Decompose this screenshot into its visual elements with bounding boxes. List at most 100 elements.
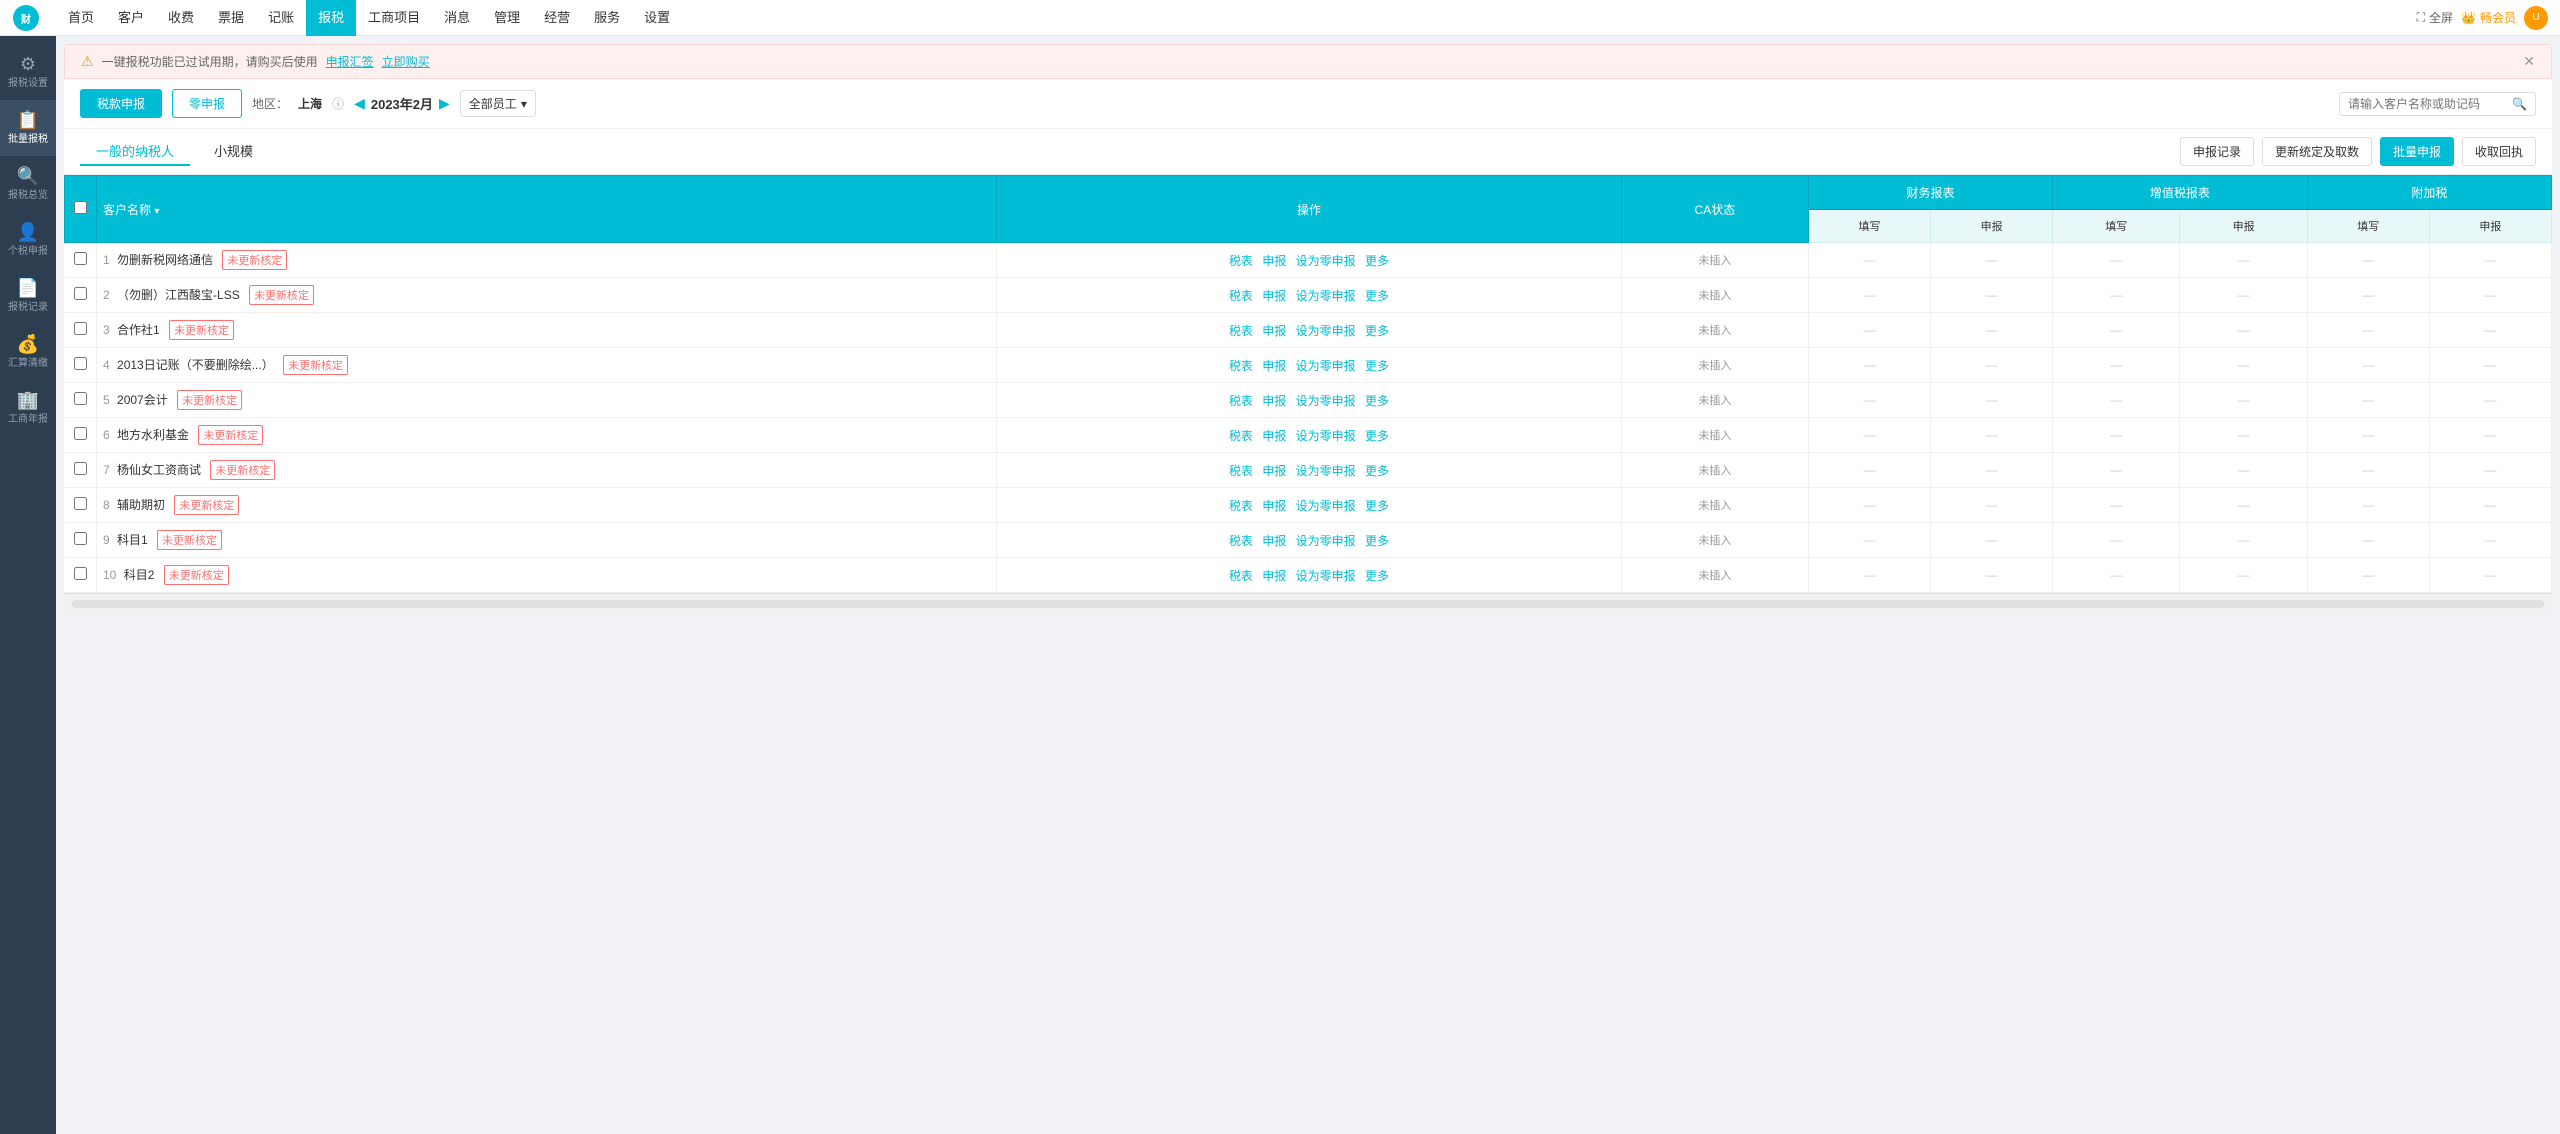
- tab-small-scale[interactable]: 小规模: [198, 137, 269, 166]
- op-btn-4-1[interactable]: 申报: [1262, 394, 1286, 408]
- search-icon[interactable]: 🔍: [2512, 97, 2527, 111]
- tax-declaration-tab[interactable]: 税款申报: [80, 89, 162, 118]
- next-date-button[interactable]: ▶: [439, 95, 450, 112]
- add-report-header: 申报: [2429, 210, 2551, 243]
- op-btn-8-3[interactable]: 更多: [1365, 534, 1389, 548]
- op-btn-2-1[interactable]: 申报: [1262, 324, 1286, 338]
- op-btn-9-3[interactable]: 更多: [1365, 569, 1389, 583]
- sidebar-item-tax-settings[interactable]: ⚙ 报税设置: [0, 44, 56, 100]
- op-btn-0-3[interactable]: 更多: [1365, 254, 1389, 268]
- avatar[interactable]: U: [2524, 6, 2548, 30]
- op-btn-6-1[interactable]: 申报: [1262, 464, 1286, 478]
- sidebar-item-tax-overview[interactable]: 🔍 报税总览: [0, 156, 56, 212]
- op-btn-8-1[interactable]: 申报: [1262, 534, 1286, 548]
- search-input[interactable]: [2348, 97, 2508, 111]
- nav-item-operation[interactable]: 经营: [532, 0, 582, 36]
- vat-fill-cell-5: —: [2053, 418, 2180, 453]
- op-btn-0-2[interactable]: 设为零申报: [1296, 254, 1356, 268]
- op-btn-7-3[interactable]: 更多: [1365, 499, 1389, 513]
- nav-item-billing[interactable]: 收费: [156, 0, 206, 36]
- op-btn-4-3[interactable]: 更多: [1365, 394, 1389, 408]
- op-btn-1-0[interactable]: 税表: [1229, 289, 1253, 303]
- vip-button[interactable]: 👑 畅会员: [2461, 9, 2516, 26]
- row-checkbox-3[interactable]: [74, 357, 87, 370]
- status-tag-2: 未更新核定: [169, 320, 234, 340]
- buy-link[interactable]: 立即购买: [382, 53, 430, 70]
- op-btn-8-2[interactable]: 设为零申报: [1296, 534, 1356, 548]
- nav-item-client[interactable]: 客户: [106, 0, 156, 36]
- op-btn-9-2[interactable]: 设为零申报: [1296, 569, 1356, 583]
- op-btn-9-1[interactable]: 申报: [1262, 569, 1286, 583]
- op-btn-3-1[interactable]: 申报: [1262, 359, 1286, 373]
- op-btn-2-2[interactable]: 设为零申报: [1296, 324, 1356, 338]
- op-btn-2-3[interactable]: 更多: [1365, 324, 1389, 338]
- row-checkbox-9[interactable]: [74, 567, 87, 580]
- staff-select[interactable]: 全部员工 ▾: [460, 90, 536, 117]
- info-icon[interactable]: ⓘ: [332, 95, 344, 112]
- op-btn-4-0[interactable]: 税表: [1229, 394, 1253, 408]
- sidebar-item-batch-tax[interactable]: 📋 批量报税: [0, 100, 56, 156]
- op-btn-5-3[interactable]: 更多: [1365, 429, 1389, 443]
- op-btn-3-2[interactable]: 设为零申报: [1296, 359, 1356, 373]
- row-checkbox-4[interactable]: [74, 392, 87, 405]
- nav-item-manage[interactable]: 管理: [482, 0, 532, 36]
- op-btn-5-1[interactable]: 申报: [1262, 429, 1286, 443]
- op-btn-0-0[interactable]: 税表: [1229, 254, 1253, 268]
- op-btn-6-3[interactable]: 更多: [1365, 464, 1389, 478]
- row-checkbox-7[interactable]: [74, 497, 87, 510]
- nav-item-tax[interactable]: 报税: [306, 0, 356, 36]
- status-tag-7: 未更新核定: [174, 495, 239, 515]
- declaration-records-button[interactable]: 申报记录: [2180, 137, 2254, 166]
- op-btn-1-3[interactable]: 更多: [1365, 289, 1389, 303]
- logo-icon[interactable]: 财: [12, 4, 40, 32]
- nav-item-invoice[interactable]: 票据: [206, 0, 256, 36]
- scroll-track[interactable]: [72, 600, 2544, 608]
- prev-date-button[interactable]: ◀: [354, 95, 365, 112]
- nav-item-settings[interactable]: 设置: [632, 0, 682, 36]
- op-btn-3-3[interactable]: 更多: [1365, 359, 1389, 373]
- sidebar-item-tax-records[interactable]: 📄 报税记录: [0, 268, 56, 324]
- op-btn-7-1[interactable]: 申报: [1262, 499, 1286, 513]
- op-btn-1-1[interactable]: 申报: [1262, 289, 1286, 303]
- op-btn-3-0[interactable]: 税表: [1229, 359, 1253, 373]
- row-checkbox-0[interactable]: [74, 252, 87, 265]
- op-btn-5-2[interactable]: 设为零申报: [1296, 429, 1356, 443]
- sidebar-item-settlement[interactable]: 💰 汇算清缴: [0, 324, 56, 380]
- fullscreen-button[interactable]: ⛶ 全屏: [2417, 9, 2453, 26]
- bottom-scrollbar[interactable]: [64, 593, 2552, 613]
- row-checkbox-8[interactable]: [74, 532, 87, 545]
- nav-item-industry[interactable]: 工商项目: [356, 0, 432, 36]
- collect-receipt-button[interactable]: 收取回执: [2462, 137, 2536, 166]
- row-checkbox-6[interactable]: [74, 462, 87, 475]
- op-btn-7-2[interactable]: 设为零申报: [1296, 499, 1356, 513]
- op-btn-9-0[interactable]: 税表: [1229, 569, 1253, 583]
- nav-item-service[interactable]: 服务: [582, 0, 632, 36]
- op-btn-2-0[interactable]: 税表: [1229, 324, 1253, 338]
- row-number-6: 7: [103, 463, 110, 477]
- op-btn-1-2[interactable]: 设为零申报: [1296, 289, 1356, 303]
- nav-item-home[interactable]: 首页: [56, 0, 106, 36]
- table-row: 4 2013日记账（不要删除绘...） 未更新核定 税表 申报 设为零申报 更多…: [65, 348, 2552, 383]
- zero-declaration-tab[interactable]: 零申报: [172, 89, 242, 118]
- op-btn-0-1[interactable]: 申报: [1262, 254, 1286, 268]
- op-btn-8-0[interactable]: 税表: [1229, 534, 1253, 548]
- select-all-checkbox[interactable]: [74, 201, 87, 214]
- row-checkbox-5[interactable]: [74, 427, 87, 440]
- row-checkbox-1[interactable]: [74, 287, 87, 300]
- nav-item-message[interactable]: 消息: [432, 0, 482, 36]
- report-link[interactable]: 申报汇签: [326, 53, 374, 70]
- op-btn-4-2[interactable]: 设为零申报: [1296, 394, 1356, 408]
- update-fetch-button[interactable]: 更新统定及取数: [2262, 137, 2372, 166]
- op-btn-5-0[interactable]: 税表: [1229, 429, 1253, 443]
- batch-declaration-button[interactable]: 批量申报: [2380, 137, 2454, 166]
- close-banner-button[interactable]: ✕: [2523, 53, 2535, 70]
- op-btn-7-0[interactable]: 税表: [1229, 499, 1253, 513]
- tab-general-taxpayer[interactable]: 一般的纳税人: [80, 137, 190, 166]
- nav-item-accounting[interactable]: 记账: [256, 0, 306, 36]
- sidebar-item-personal-tax[interactable]: 👤 个税申报: [0, 212, 56, 268]
- row-checkbox-2[interactable]: [74, 322, 87, 335]
- sidebar-item-annual-report[interactable]: 🏢 工商年报: [0, 380, 56, 436]
- op-btn-6-0[interactable]: 税表: [1229, 464, 1253, 478]
- fullscreen-label: 全屏: [2429, 9, 2453, 26]
- op-btn-6-2[interactable]: 设为零申报: [1296, 464, 1356, 478]
